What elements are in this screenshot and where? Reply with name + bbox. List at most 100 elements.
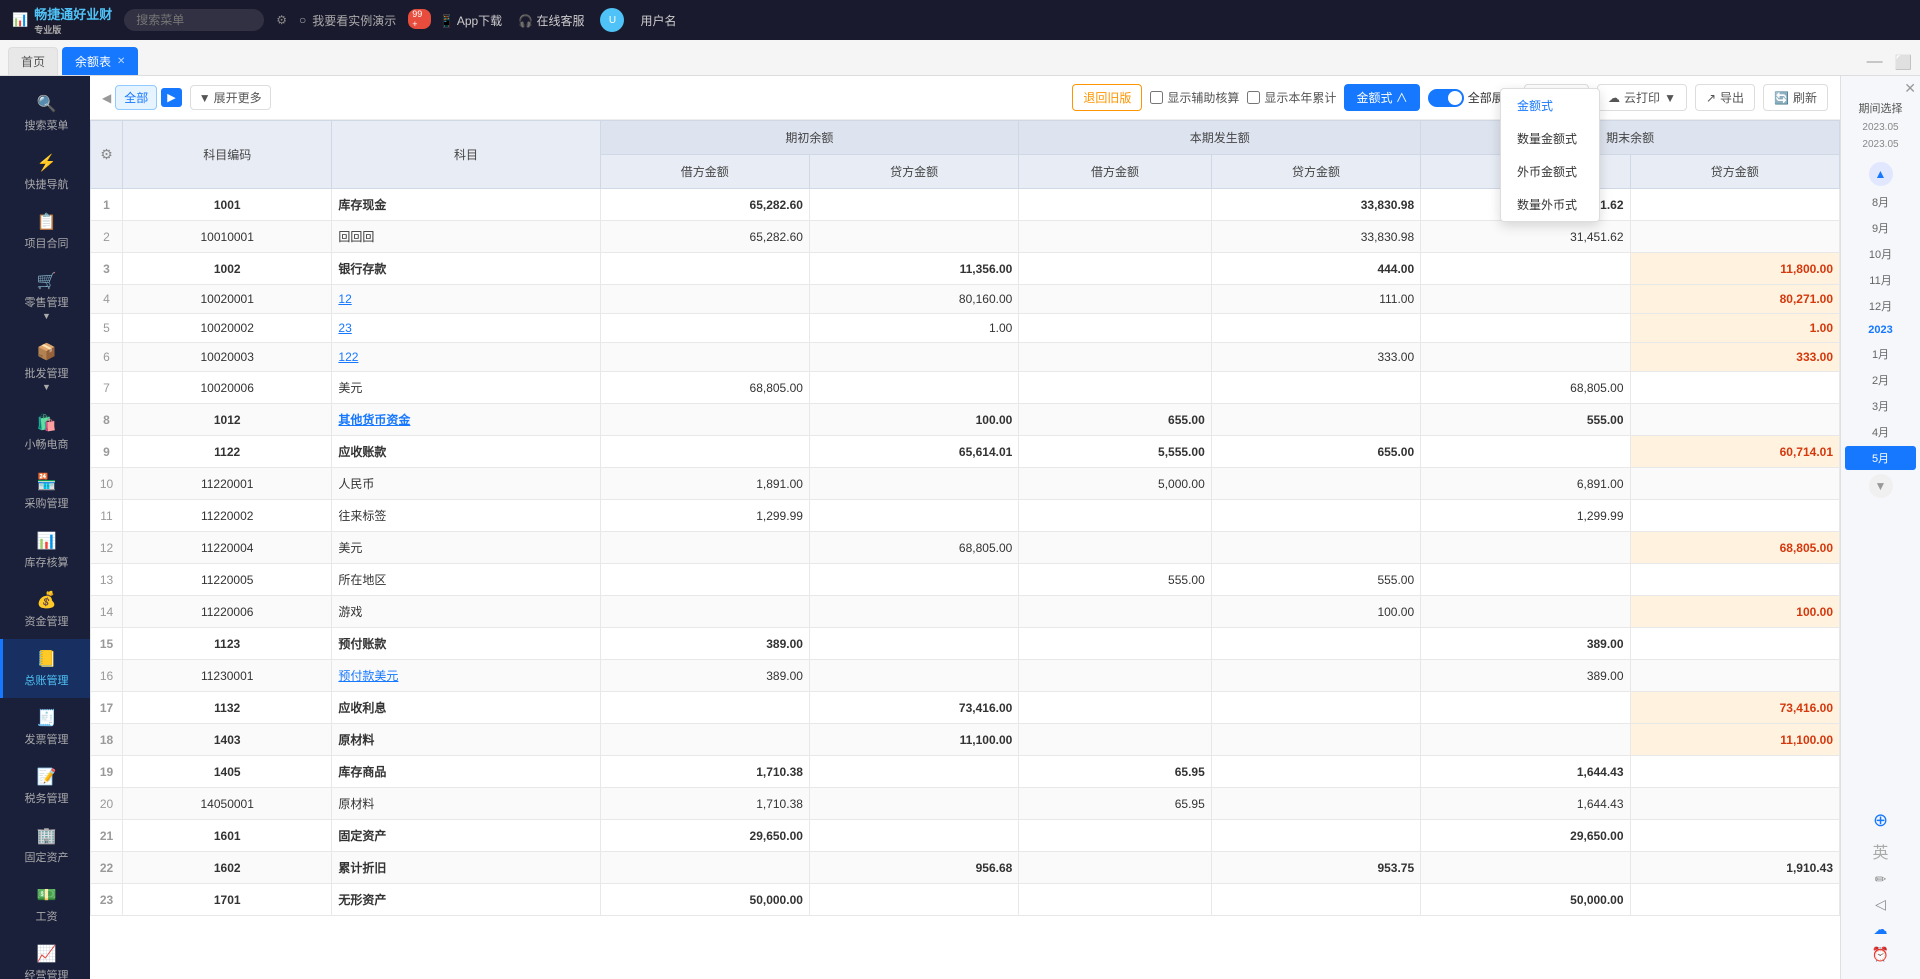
- cell-name[interactable]: 固定资产: [332, 820, 600, 852]
- cell-opening-credit[interactable]: 100.00: [809, 404, 1018, 436]
- search-forward-btn[interactable]: ▶: [161, 88, 181, 107]
- cell-opening-credit[interactable]: 11,100.00: [809, 724, 1018, 756]
- minimize-icon[interactable]: —: [1867, 53, 1883, 75]
- notification-area[interactable]: 🔔 99 +: [408, 13, 423, 27]
- cell-rownum[interactable]: 20: [91, 788, 123, 820]
- cell-opening-credit[interactable]: [809, 564, 1018, 596]
- cell-current-debit[interactable]: [1019, 532, 1211, 564]
- cell-code[interactable]: 11220005: [123, 564, 332, 596]
- tab-balance[interactable]: 余额表 ✕: [62, 47, 138, 75]
- cell-opening-credit[interactable]: [809, 189, 1018, 221]
- cell-rownum[interactable]: 10: [91, 468, 123, 500]
- dropdown-item-amount[interactable]: 金额式: [1501, 89, 1599, 122]
- cell-closing-credit[interactable]: [1630, 884, 1839, 916]
- cell-closing-debit[interactable]: [1421, 314, 1630, 343]
- cell-code[interactable]: 11220006: [123, 596, 332, 628]
- sidebar-item-salary[interactable]: 💵 工资: [0, 875, 90, 934]
- cell-closing-credit[interactable]: [1630, 372, 1839, 404]
- month-12[interactable]: 12月: [1845, 294, 1916, 318]
- bottom-icon-4[interactable]: ◁: [1875, 896, 1886, 913]
- cell-opening-credit[interactable]: [809, 884, 1018, 916]
- cell-closing-debit[interactable]: [1421, 343, 1630, 372]
- cell-opening-debit[interactable]: [600, 436, 809, 468]
- cell-closing-credit[interactable]: [1630, 788, 1839, 820]
- cell-current-credit[interactable]: [1211, 788, 1420, 820]
- table-row[interactable]: 1211220004美元68,805.0068,805.00: [91, 532, 1840, 564]
- cell-current-credit[interactable]: [1211, 468, 1420, 500]
- cell-current-debit[interactable]: [1019, 820, 1211, 852]
- cell-code[interactable]: 11220002: [123, 500, 332, 532]
- table-row[interactable]: 210010001回回回65,282.6033,830.9831,451.62: [91, 221, 1840, 253]
- app-download-btn[interactable]: 📱 App下载: [439, 12, 502, 29]
- cell-code[interactable]: 10020001: [123, 285, 332, 314]
- sidebar-item-ledger[interactable]: 📒 总账管理: [0, 639, 90, 698]
- demo-link[interactable]: ○ 我要看实例演示: [299, 12, 396, 29]
- cell-closing-credit[interactable]: 1.00: [1630, 314, 1839, 343]
- cell-code[interactable]: 1403: [123, 724, 332, 756]
- cell-current-credit[interactable]: [1211, 314, 1420, 343]
- cell-name[interactable]: 预付款美元: [332, 660, 600, 692]
- help-circle-icon[interactable]: ⊕: [1873, 810, 1888, 831]
- cell-code[interactable]: 14050001: [123, 788, 332, 820]
- cell-code[interactable]: 1132: [123, 692, 332, 724]
- cell-opening-credit[interactable]: [809, 221, 1018, 253]
- cell-closing-debit[interactable]: [1421, 724, 1630, 756]
- cell-name[interactable]: 回回回: [332, 221, 600, 253]
- cell-current-credit[interactable]: [1211, 500, 1420, 532]
- cell-rownum[interactable]: 5: [91, 314, 123, 343]
- cell-closing-debit[interactable]: 1,644.43: [1421, 788, 1630, 820]
- cell-rownum[interactable]: 1: [91, 189, 123, 221]
- table-row[interactable]: 1111220002往来标签1,299.991,299.99: [91, 500, 1840, 532]
- cell-closing-credit[interactable]: [1630, 660, 1839, 692]
- cell-current-credit[interactable]: [1211, 372, 1420, 404]
- table-settings-icon[interactable]: ⚙: [100, 146, 113, 162]
- cell-code[interactable]: 1122: [123, 436, 332, 468]
- cell-opening-credit[interactable]: [809, 628, 1018, 660]
- cell-closing-credit[interactable]: [1630, 404, 1839, 436]
- view-mode-btn[interactable]: 金额式 ∧: [1344, 84, 1419, 111]
- cell-opening-credit[interactable]: [809, 820, 1018, 852]
- cell-rownum[interactable]: 23: [91, 884, 123, 916]
- cell-name[interactable]: 游戏: [332, 596, 600, 628]
- cell-code[interactable]: 1012: [123, 404, 332, 436]
- cell-name[interactable]: 累计折旧: [332, 852, 600, 884]
- cell-opening-debit[interactable]: 1,710.38: [600, 788, 809, 820]
- cell-name[interactable]: 美元: [332, 532, 600, 564]
- cell-current-debit[interactable]: [1019, 596, 1211, 628]
- month-8[interactable]: 8月: [1845, 190, 1916, 214]
- sidebar-item-project[interactable]: 📋 项目合同: [0, 202, 90, 261]
- cell-rownum[interactable]: 13: [91, 564, 123, 596]
- cell-opening-credit[interactable]: 73,416.00: [809, 692, 1018, 724]
- cell-current-debit[interactable]: 65.95: [1019, 788, 1211, 820]
- user-avatar[interactable]: U: [600, 8, 624, 32]
- cell-current-credit[interactable]: 444.00: [1211, 253, 1420, 285]
- cell-current-credit[interactable]: [1211, 404, 1420, 436]
- cell-closing-debit[interactable]: 31,451.62: [1421, 221, 1630, 253]
- cell-closing-credit[interactable]: 1,910.43: [1630, 852, 1839, 884]
- cell-name[interactable]: 所在地区: [332, 564, 600, 596]
- cell-rownum[interactable]: 19: [91, 756, 123, 788]
- cell-name[interactable]: 人民币: [332, 468, 600, 500]
- service-btn[interactable]: 🎧 在线客服: [518, 12, 584, 29]
- cell-closing-credit[interactable]: [1630, 564, 1839, 596]
- cell-code[interactable]: 1701: [123, 884, 332, 916]
- sidebar-item-purchase[interactable]: 🏪 采购管理: [0, 462, 90, 521]
- cell-name[interactable]: 原材料: [332, 788, 600, 820]
- cell-rownum[interactable]: 16: [91, 660, 123, 692]
- table-row[interactable]: 91122应收账款65,614.015,555.00655.0060,714.0…: [91, 436, 1840, 468]
- cell-closing-debit[interactable]: [1421, 564, 1630, 596]
- cell-opening-credit[interactable]: [809, 343, 1018, 372]
- cell-opening-debit[interactable]: [600, 253, 809, 285]
- cell-opening-credit[interactable]: [809, 756, 1018, 788]
- cell-closing-credit[interactable]: [1630, 468, 1839, 500]
- cell-current-debit[interactable]: 555.00: [1019, 564, 1211, 596]
- left-arrow-icon[interactable]: ◀: [102, 91, 111, 105]
- cell-name[interactable]: 12: [332, 285, 600, 314]
- cell-code[interactable]: 10010001: [123, 221, 332, 253]
- month-5[interactable]: 5月: [1845, 446, 1916, 470]
- cell-opening-debit[interactable]: [600, 343, 809, 372]
- cell-code[interactable]: 1602: [123, 852, 332, 884]
- month-next-btn[interactable]: ▼: [1869, 474, 1893, 498]
- expand-more-btn[interactable]: ▼ 展开更多: [190, 85, 271, 110]
- cell-closing-credit[interactable]: 60,714.01: [1630, 436, 1839, 468]
